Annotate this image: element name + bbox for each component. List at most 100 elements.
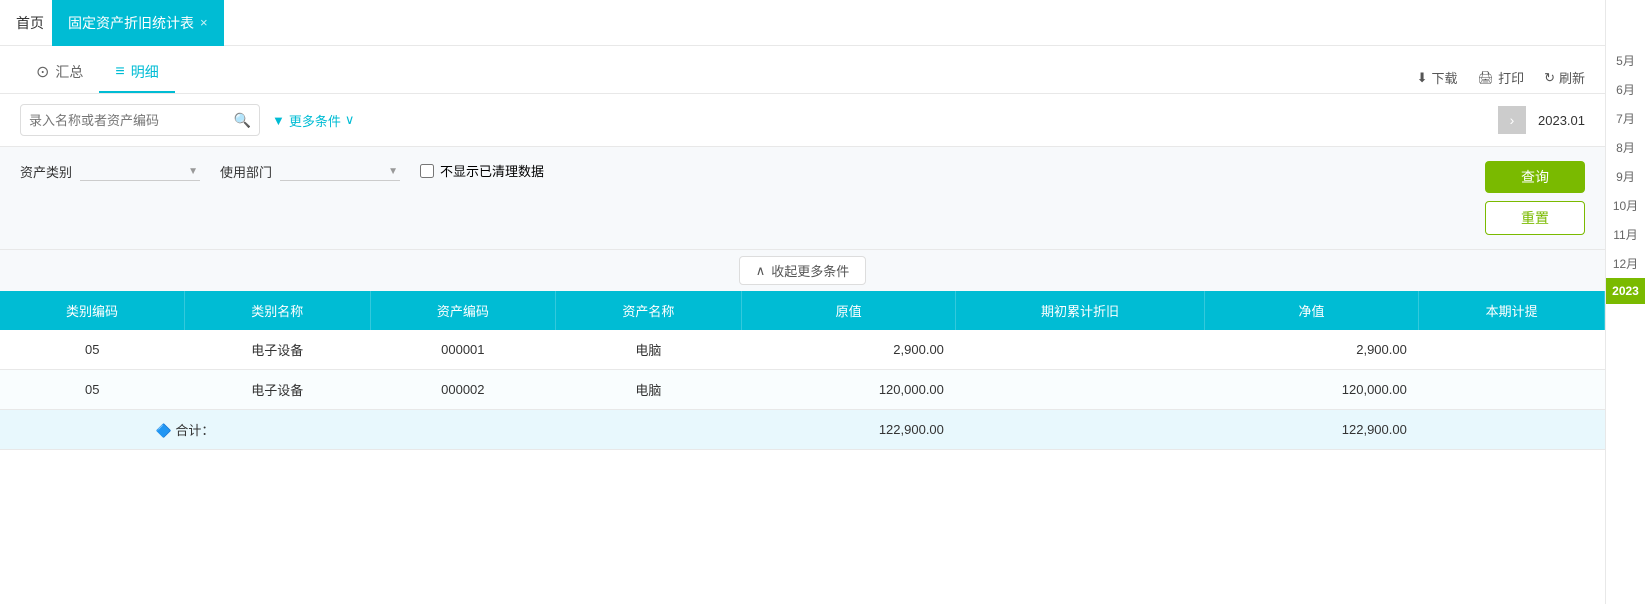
asset-category-select-wrap: ▼: [80, 161, 200, 181]
col-original-value: 原值: [741, 291, 956, 330]
total-current-depreciation: [1419, 410, 1605, 450]
summary-icon: ⊙: [36, 62, 49, 82]
total-asset-name: [556, 410, 742, 450]
sub-nav: ⊙ 汇总 ≡ 明细 ⬇ 下载 🖨 打印 ↻ 刷新: [0, 46, 1605, 94]
use-dept-label: 使用部门: [220, 162, 272, 181]
tab-summary-label: 汇总: [55, 62, 83, 82]
print-btn[interactable]: 🖨 打印: [1478, 68, 1525, 87]
collapse-icon: ∧: [756, 263, 766, 279]
col-category-name: 类别名称: [184, 291, 370, 330]
total-original-value: 122,900.00: [741, 410, 956, 450]
total-icon: 🔷: [156, 423, 172, 438]
cell-accumulated-depreciation: [956, 370, 1204, 410]
filter-icon: ▼: [272, 113, 285, 128]
collapse-label: 收起更多条件: [771, 261, 849, 280]
asset-category-label: 资产类别: [20, 162, 72, 181]
reset-button[interactable]: 重置: [1485, 201, 1585, 235]
collapse-bar: ∧ 收起更多条件: [0, 250, 1605, 291]
total-icon-cell: 🔷 合计：: [0, 410, 370, 450]
cell-asset-code: 000002: [370, 370, 556, 410]
total-row: 🔷 合计： 122,900.00 122,900.00: [0, 410, 1605, 450]
search-wrap: 🔍: [20, 104, 260, 136]
adv-btns: 查询 重置: [1485, 161, 1585, 235]
home-link[interactable]: 首页: [16, 13, 44, 33]
cell-current-depreciation: [1419, 370, 1605, 410]
month-item[interactable]: 12月: [1613, 249, 1638, 278]
col-asset-name: 资产名称: [556, 291, 742, 330]
total-label: 合计：: [175, 423, 214, 438]
cell-original-value: 120,000.00: [741, 370, 956, 410]
month-item[interactable]: 6月: [1613, 75, 1638, 104]
adv-filter: 资产类别 ▼ 使用部门 ▼ 不显示已清理数据 查询 重置: [0, 147, 1605, 250]
data-table: 类别编码 类别名称 资产编码 资产名称 原值 期初累计折旧 净值 本期计提 05…: [0, 291, 1605, 450]
table-row: 05 电子设备 000001 电脑 2,900.00 2,900.00: [0, 330, 1605, 370]
cell-category-name: 电子设备: [184, 330, 370, 370]
close-tab-icon[interactable]: ×: [200, 15, 208, 30]
year-label[interactable]: 2023: [1606, 278, 1645, 304]
cell-current-depreciation: [1419, 330, 1605, 370]
refresh-btn[interactable]: ↻ 刷新: [1544, 68, 1585, 87]
tab-detail-label: 明细: [131, 62, 159, 82]
date-label: 2023.01: [1538, 113, 1585, 128]
use-dept-group: 使用部门 ▼: [220, 161, 400, 181]
cell-asset-code: 000001: [370, 330, 556, 370]
col-net-value: 净值: [1204, 291, 1419, 330]
cell-category-code: 05: [0, 330, 184, 370]
col-accumulated-depreciation: 期初累计折旧: [956, 291, 1204, 330]
cell-category-name: 电子设备: [184, 370, 370, 410]
table-row: 05 电子设备 000002 电脑 120,000.00 120,000.00: [0, 370, 1605, 410]
download-btn[interactable]: ⬇ 下载: [1417, 68, 1458, 87]
month-item[interactable]: 5月: [1613, 46, 1638, 75]
top-nav: 首页 固定资产折旧统计表 × ✕: [0, 0, 1645, 46]
print-icon: 🖨: [1478, 70, 1495, 86]
col-asset-code: 资产编码: [370, 291, 556, 330]
refresh-icon: ↻: [1544, 70, 1555, 86]
right-sidebar: 5月6月7月8月9月10月11月12月 2023: [1605, 0, 1645, 604]
query-button[interactable]: 查询: [1485, 161, 1585, 193]
cell-net-value: 120,000.00: [1204, 370, 1419, 410]
collapse-button[interactable]: ∧ 收起更多条件: [739, 256, 867, 285]
use-dept-select-wrap: ▼: [280, 161, 400, 181]
total-net-value: 122,900.00: [1204, 410, 1419, 450]
tab-detail[interactable]: ≡ 明细: [99, 53, 174, 93]
no-show-cleared-label: 不显示已清理数据: [440, 161, 544, 180]
chevron-down-icon: ∨: [345, 112, 355, 128]
search-input[interactable]: [29, 113, 234, 128]
print-label: 打印: [1498, 68, 1524, 87]
use-dept-select[interactable]: [280, 161, 400, 181]
month-item[interactable]: 9月: [1613, 162, 1638, 191]
main-tab[interactable]: 固定资产折旧统计表 ×: [52, 0, 224, 46]
total-accumulated-depreciation: [956, 410, 1204, 450]
cell-category-code: 05: [0, 370, 184, 410]
asset-category-select[interactable]: [80, 161, 200, 181]
more-filter-btn[interactable]: ▼ 更多条件 ∨: [272, 111, 354, 130]
cell-asset-name: 电脑: [556, 330, 742, 370]
cell-original-value: 2,900.00: [741, 330, 956, 370]
total-asset-code: [370, 410, 556, 450]
cell-asset-name: 电脑: [556, 370, 742, 410]
detail-icon: ≡: [115, 63, 124, 81]
col-category-code: 类别编码: [0, 291, 184, 330]
tab-summary[interactable]: ⊙ 汇总: [20, 53, 99, 93]
table-header-row: 类别编码 类别名称 资产编码 资产名称 原值 期初累计折旧 净值 本期计提: [0, 291, 1605, 330]
filter-bar: 🔍 ▼ 更多条件 ∨ › 2023.01: [0, 94, 1605, 147]
col-current-depreciation: 本期计提: [1419, 291, 1605, 330]
month-item[interactable]: 8月: [1613, 133, 1638, 162]
asset-category-group: 资产类别 ▼: [20, 161, 200, 181]
month-item[interactable]: 11月: [1613, 220, 1638, 249]
tab-label: 固定资产折旧统计表: [68, 13, 194, 33]
no-show-cleared-checkbox[interactable]: [420, 164, 434, 178]
table-wrap: 类别编码 类别名称 资产编码 资产名称 原值 期初累计折旧 净值 本期计提 05…: [0, 291, 1605, 604]
month-item[interactable]: 7月: [1613, 104, 1638, 133]
refresh-label: 刷新: [1559, 68, 1585, 87]
month-item[interactable]: 10月: [1613, 191, 1638, 220]
search-icon: 🔍: [234, 112, 251, 129]
action-btns: ⬇ 下载 🖨 打印 ↻ 刷新: [1417, 68, 1585, 93]
cell-accumulated-depreciation: [956, 330, 1204, 370]
more-filter-label: 更多条件: [289, 111, 341, 130]
no-show-cleared-group: 不显示已清理数据: [420, 161, 544, 180]
main-content: ⊙ 汇总 ≡ 明细 ⬇ 下载 🖨 打印 ↻ 刷新 🔍: [0, 46, 1605, 604]
nav-arrow-btn[interactable]: ›: [1498, 106, 1526, 134]
cell-net-value: 2,900.00: [1204, 330, 1419, 370]
download-label: 下载: [1432, 68, 1458, 87]
